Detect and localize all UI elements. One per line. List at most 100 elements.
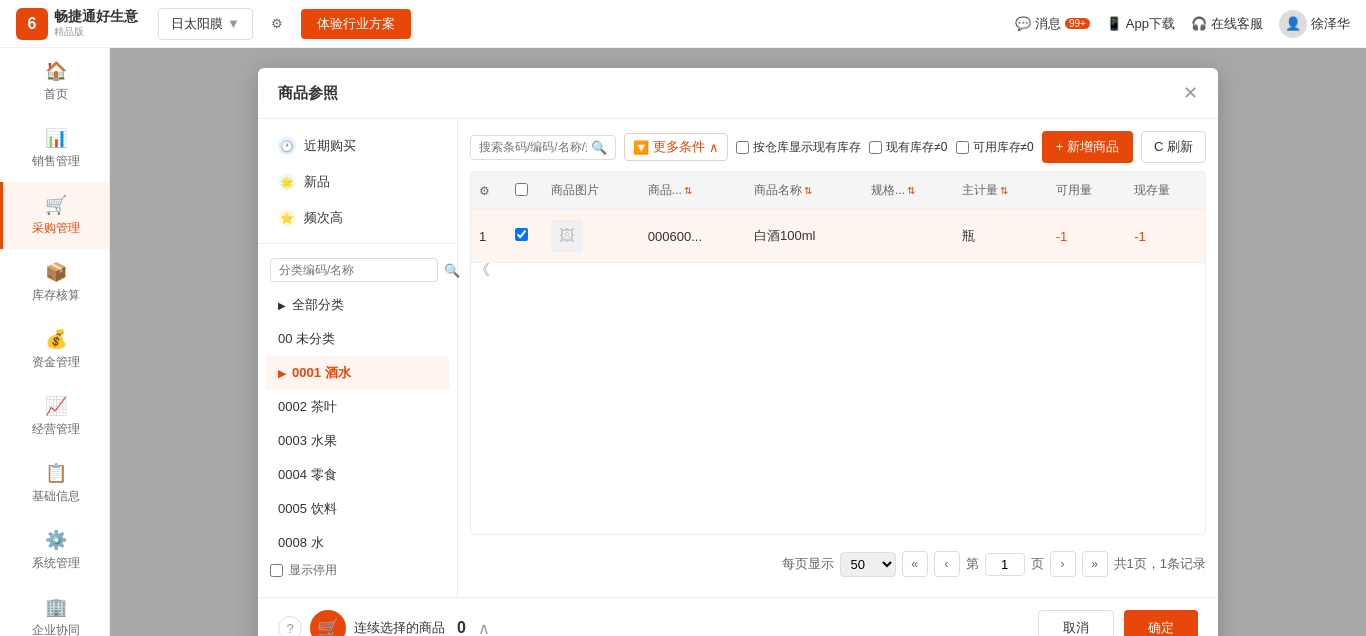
category-list: ▶ 全部分类 00 未分类 ▶ 0001 酒水 0002 茶 (258, 288, 457, 550)
filter-more-button[interactable]: 🔽 更多条件 ∧ (624, 133, 728, 161)
high-freq-item[interactable]: ⭐ 频次高 (266, 201, 449, 235)
collapse-footer-icon[interactable]: ∧ (478, 619, 490, 637)
modal-footer: ? 🛒 连续选择的商品 0 ∧ 取消 确定 (258, 597, 1218, 636)
product-search-box[interactable]: 🔍 (470, 135, 616, 160)
sidebar-item-basic-info[interactable]: 📋 基础信息 (0, 450, 109, 517)
cart-icon[interactable]: 🛒 (310, 610, 346, 636)
prev-page-button[interactable]: ‹ (934, 551, 960, 577)
product-reference-modal: 商品参照 ✕ 🕐 近期购买 🌟 (258, 68, 1218, 636)
category-0003[interactable]: 0003 水果 (266, 424, 449, 458)
cell-available: -1 (1048, 210, 1127, 263)
category-0001[interactable]: ▶ 0001 酒水 (266, 356, 449, 390)
category-0002[interactable]: 0002 茶叶 (266, 390, 449, 424)
col-settings[interactable]: ⚙ (471, 172, 507, 210)
page-size-select[interactable]: 50 10 20 100 (840, 552, 896, 577)
settings-icon[interactable]: ⚙ (261, 8, 293, 40)
left-bottom: 显示停用 (258, 550, 457, 587)
recent-buy-item[interactable]: 🕐 近期购买 (266, 129, 449, 163)
filter-label: 更多条件 (653, 138, 705, 156)
product-table-wrapper: ⚙ 商品图片 商品...⇅ 商品名称⇅ 规格...⇅ 主计量⇅ 可用量 现存量 (470, 171, 1206, 535)
warehouse-stock-checkbox[interactable] (736, 141, 749, 154)
logo-area: 6 畅捷通好生意 精品版 (16, 8, 138, 40)
help-icon[interactable]: ? (278, 616, 302, 636)
sidebar-item-operations[interactable]: 📈 经营管理 (0, 383, 109, 450)
col-check[interactable] (507, 172, 543, 210)
sidebar-item-sales[interactable]: 📊 销售管理 (0, 115, 109, 182)
category-00-label: 00 未分类 (278, 330, 335, 348)
sidebar-label-basic-info: 基础信息 (32, 488, 80, 505)
new-products-item[interactable]: 🌟 新品 (266, 165, 449, 199)
trial-button[interactable]: 体验行业方案 (301, 9, 411, 39)
active-expand-icon: ▶ (278, 368, 286, 379)
col-spec-label: 规格... (871, 183, 905, 197)
product-image: 🖼 (551, 220, 583, 252)
row-checkbox[interactable] (515, 228, 528, 241)
warehouse-stock-label: 按仓库显示现有库存 (753, 139, 861, 156)
warehouse-stock-checkbox-label[interactable]: 按仓库显示现有库存 (736, 139, 861, 156)
add-product-button[interactable]: + 新增商品 (1042, 131, 1133, 163)
category-0004[interactable]: 0004 零食 (266, 458, 449, 492)
sidebar-label-finance: 资金管理 (32, 354, 80, 371)
show-disabled-input[interactable] (270, 564, 283, 577)
mobile-icon: 📱 (1106, 16, 1122, 31)
cell-stock: -1 (1126, 210, 1205, 263)
sales-icon: 📊 (45, 127, 67, 149)
col-code[interactable]: 商品...⇅ (640, 172, 746, 210)
brand-name: 畅捷通好生意 (54, 8, 138, 25)
nav-right: 💬 消息 99+ 📱 App下载 🎧 在线客服 👤 徐泽华 (1015, 10, 1350, 38)
enterprise-icon: 🏢 (45, 596, 67, 618)
modal-close-button[interactable]: ✕ (1183, 82, 1198, 104)
sidebar-item-purchase[interactable]: 🛒 采购管理 (0, 182, 109, 249)
category-00[interactable]: 00 未分类 (266, 322, 449, 356)
sidebar-label-inventory: 库存核算 (32, 287, 80, 304)
online-service-item[interactable]: 🎧 在线客服 (1191, 15, 1263, 33)
available-stock-checkbox[interactable] (956, 141, 969, 154)
col-spec[interactable]: 规格...⇅ (863, 172, 954, 210)
next-page-button[interactable]: › (1050, 551, 1076, 577)
product-search-input[interactable] (479, 140, 587, 154)
col-name[interactable]: 商品名称⇅ (746, 172, 863, 210)
col-stock: 现存量 (1126, 172, 1205, 210)
cell-check[interactable] (507, 210, 543, 263)
page-number-input[interactable] (985, 553, 1025, 576)
app-download-item[interactable]: 📱 App下载 (1106, 15, 1175, 33)
category-all[interactable]: ▶ 全部分类 (266, 288, 449, 322)
message-badge: 99+ (1065, 18, 1090, 29)
user-profile-item[interactable]: 👤 徐泽华 (1279, 10, 1350, 38)
sidebar-label-home: 首页 (44, 86, 68, 103)
settings-icon: ⚙ (479, 184, 490, 198)
category-0005[interactable]: 0005 饮料 (266, 492, 449, 526)
high-freq-label: 频次高 (304, 209, 343, 227)
operations-icon: 📈 (45, 395, 67, 417)
cell-name: 白酒100ml (746, 210, 863, 263)
sidebar-item-inventory[interactable]: 📦 库存核算 (0, 249, 109, 316)
first-page-button[interactable]: « (902, 551, 928, 577)
last-page-button[interactable]: » (1082, 551, 1108, 577)
sidebar-label-operations: 经营管理 (32, 421, 80, 438)
category-0008[interactable]: 0008 水 (266, 526, 449, 550)
confirm-button[interactable]: 确定 (1124, 610, 1198, 636)
col-unit[interactable]: 主计量⇅ (954, 172, 1048, 210)
refresh-button[interactable]: C 刷新 (1141, 131, 1206, 163)
current-stock-checkbox[interactable] (869, 141, 882, 154)
product-search-icon[interactable]: 🔍 (591, 140, 607, 155)
current-stock-checkbox-label[interactable]: 现有库存≠0 (869, 139, 947, 156)
select-all-checkbox[interactable] (515, 183, 528, 196)
message-nav-item[interactable]: 💬 消息 99+ (1015, 15, 1090, 33)
category-search-row: 🔍 《 (258, 252, 457, 288)
col-code-label: 商品... (648, 183, 682, 197)
page-size-label: 每页显示 (782, 555, 834, 573)
filter-arrow-icon: ∧ (709, 140, 719, 155)
toolbar: 🔍 🔽 更多条件 ∧ 按仓库显示现有库存 (470, 131, 1206, 163)
show-disabled-checkbox[interactable]: 显示停用 (270, 562, 445, 579)
store-selector[interactable]: 日太阳膜 ▼ (158, 8, 253, 40)
available-stock-checkbox-label[interactable]: 可用库存≠0 (956, 139, 1034, 156)
table-row[interactable]: 1 🖼 000600... 白酒100ml 瓶 (471, 210, 1205, 263)
category-search-input[interactable] (270, 258, 438, 282)
sidebar-item-enterprise[interactable]: 🏢 企业协同 (0, 584, 109, 636)
expand-icon: ▶ (278, 300, 286, 311)
sidebar-item-system[interactable]: ⚙️ 系统管理 (0, 517, 109, 584)
sidebar-item-finance[interactable]: 💰 资金管理 (0, 316, 109, 383)
sidebar-item-home[interactable]: 🏠 首页 (0, 48, 109, 115)
cancel-button[interactable]: 取消 (1038, 610, 1114, 636)
